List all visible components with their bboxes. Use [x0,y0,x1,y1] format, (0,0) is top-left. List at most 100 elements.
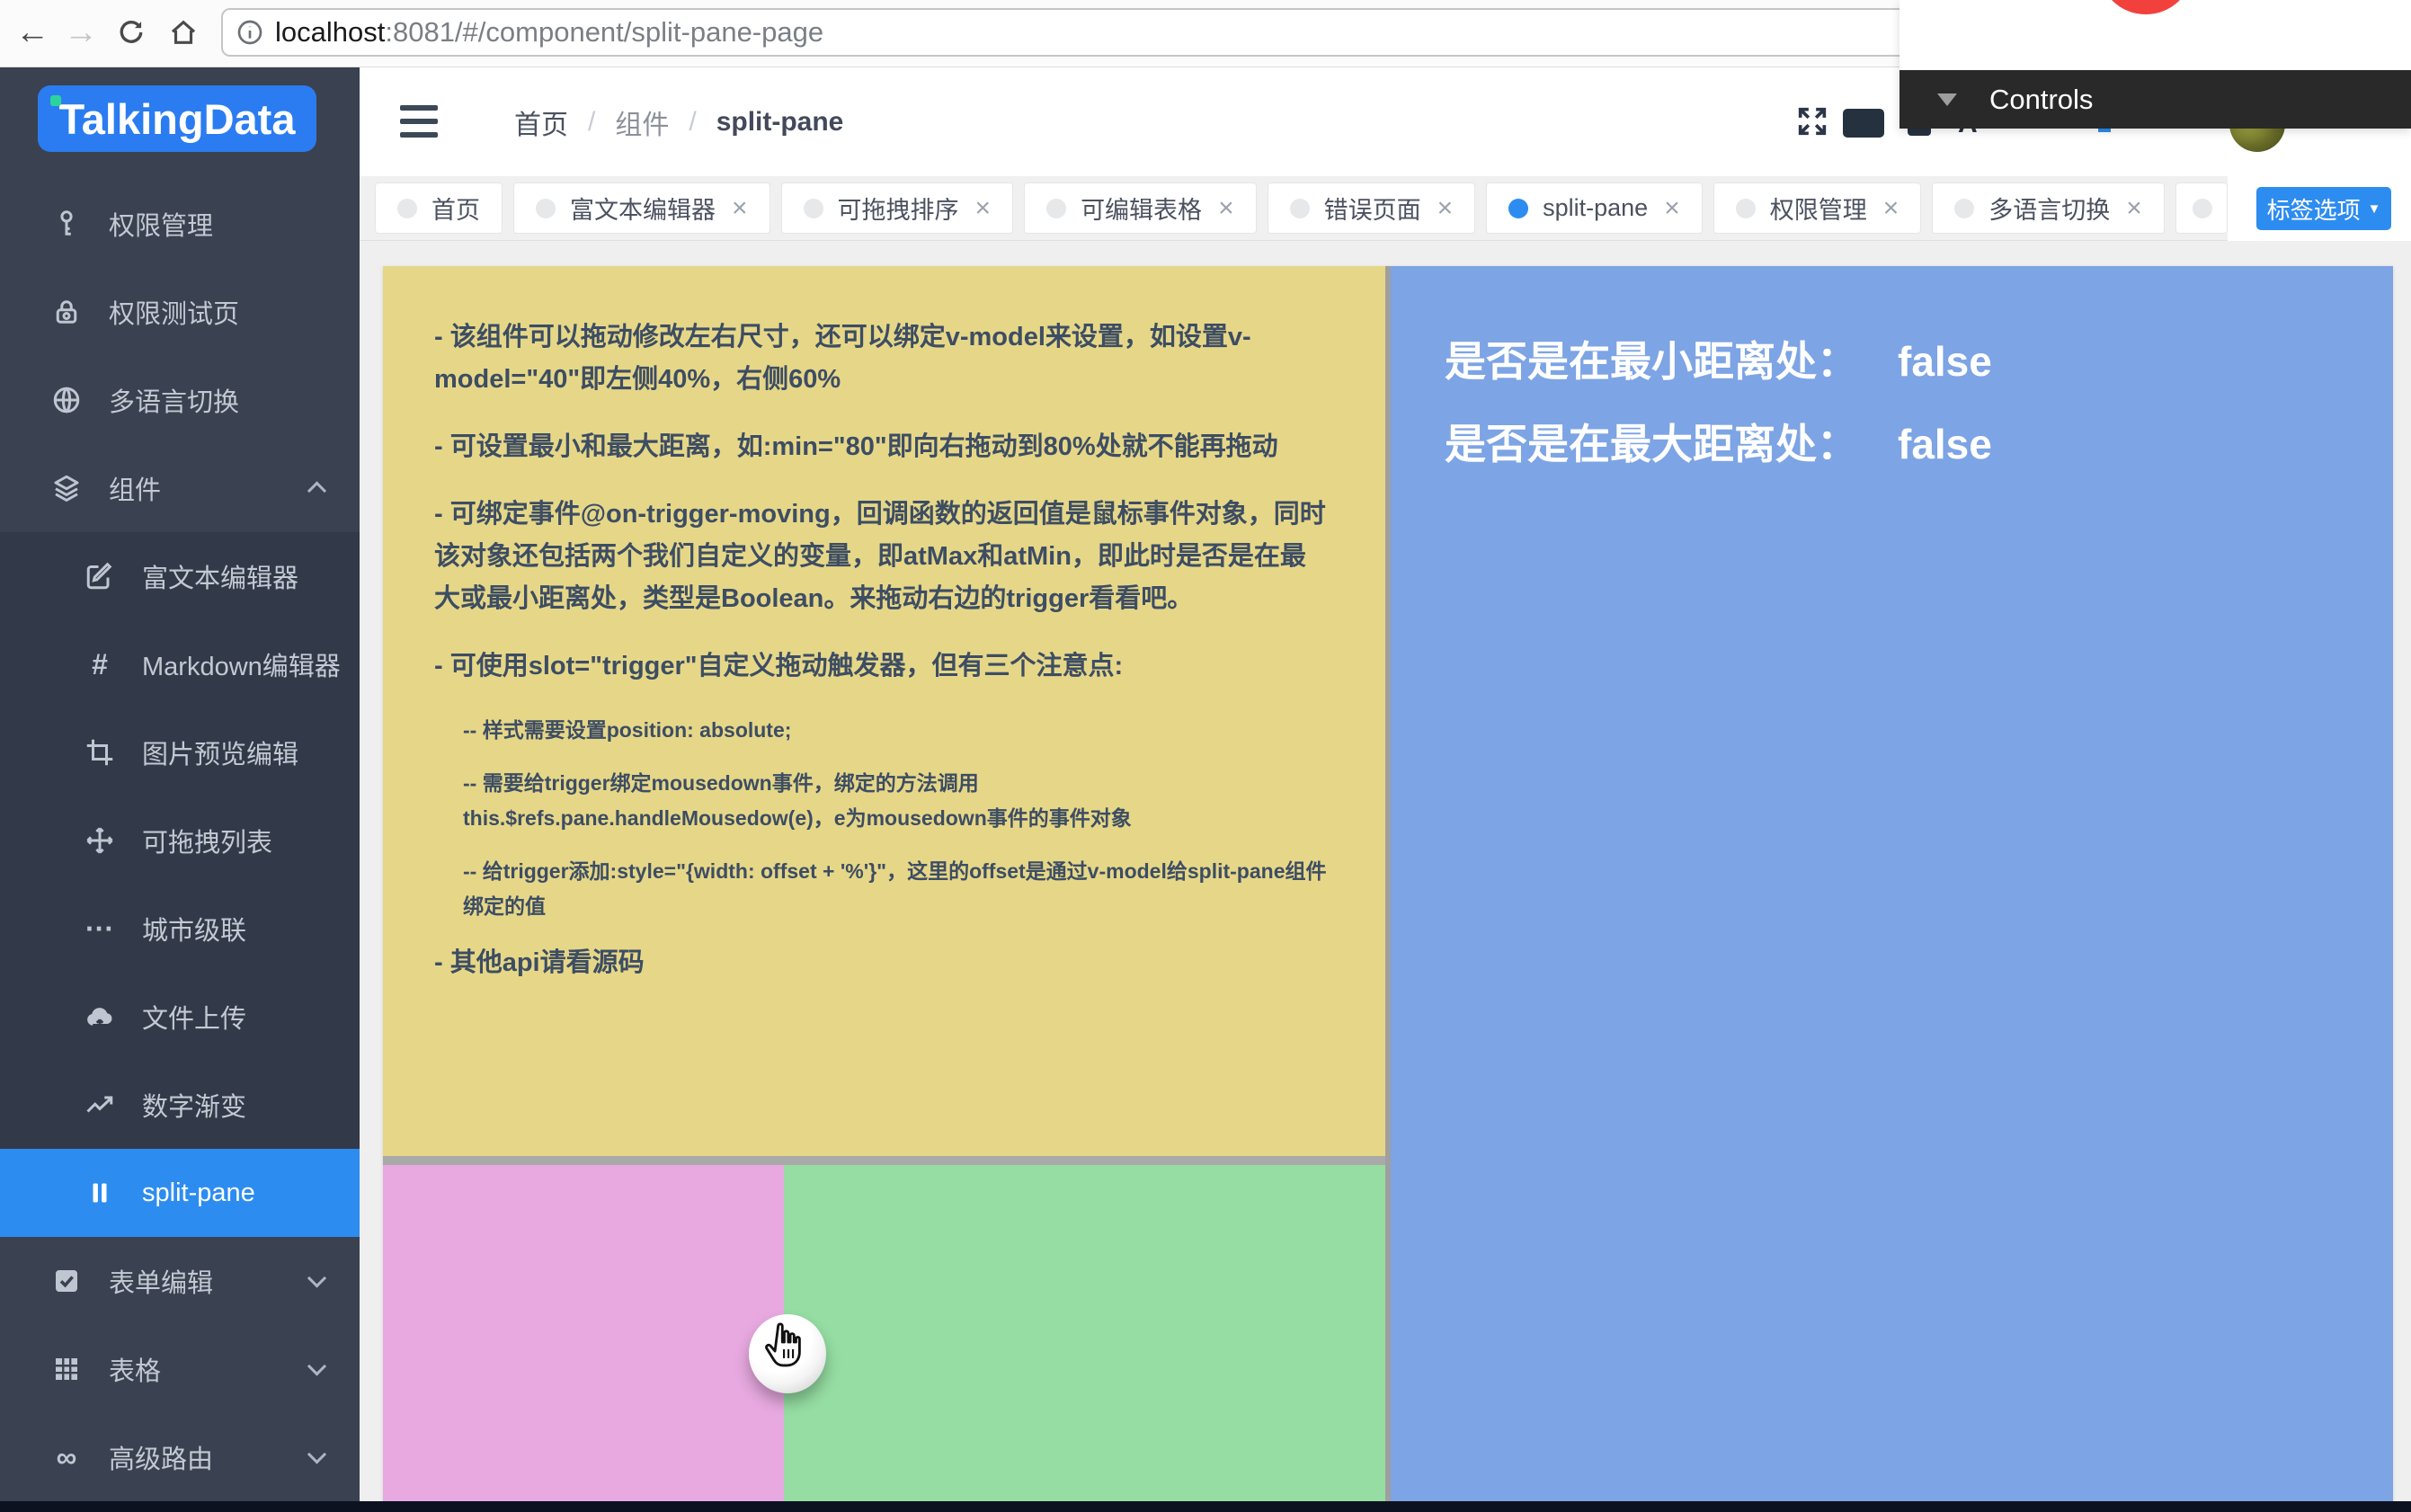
close-icon[interactable]: × [975,193,992,224]
close-icon[interactable]: × [1437,193,1454,224]
hand-cursor-icon [761,1320,805,1372]
desktop-edge [0,1501,2411,1512]
sidebar-item-image-preview-edit[interactable]: 图片预览编辑 [0,708,360,796]
tag-split-pane[interactable]: split-pane × [1486,182,1703,234]
sidebar-item-label: Markdown编辑器 [142,653,341,681]
sidebar-item-i18n[interactable]: 多语言切换 [0,356,360,444]
pause-icon [83,1176,117,1210]
sidebar-item-components[interactable]: 组件 [0,444,360,532]
sidebar-item-file-upload[interactable]: 文件上传 [0,973,360,1061]
forward-icon[interactable]: → [61,13,101,52]
note-line: - 其他api请看源码 [434,948,645,977]
mail-icon[interactable] [1843,109,1884,138]
tag-label: 错误页面 [1323,197,1421,224]
hash-icon: # [92,647,108,680]
tag-label: split-pane [1543,194,1649,221]
close-icon[interactable]: × [2126,193,2142,224]
controls-header[interactable]: Controls [1899,70,2411,129]
note-subline: -- 样式需要设置position: absolute; [463,718,792,742]
sidebar-item-label: 权限管理 [109,212,214,241]
tag-rich-text-editor[interactable]: 富文本编辑器 × [513,182,770,234]
tag-dot-icon [536,198,556,218]
red-circle [2098,0,2193,14]
sidebar-item-permission-admin[interactable]: 权限管理 [0,180,360,268]
fullscreen-icon[interactable] [1794,103,1830,139]
horizontal-split-trigger[interactable] [383,1156,1385,1165]
screen: ← → localhost:8081/#/component/split-pan… [0,0,2411,1512]
logo-dot [50,95,61,106]
infinity-icon: ∞ [56,1440,77,1473]
tag-label: 多语言切换 [1988,197,2111,224]
close-icon[interactable]: × [732,193,748,224]
logo-text: TalkingData [58,94,296,143]
home-icon[interactable] [164,13,203,52]
status-row-min: 是否是在最小距离处： false [1445,329,2357,388]
sidebar-item-label: 富文本编辑器 [142,565,299,593]
chevron-down-icon [307,1445,327,1464]
breadcrumb-home[interactable]: 首页 [514,102,568,142]
sidebar-item-markdown-editor[interactable]: # Markdown编辑器 [0,620,360,708]
sidebar-item-city-cascade[interactable]: ··· 城市级联 [0,885,360,973]
close-icon[interactable]: × [1664,193,1680,224]
close-icon[interactable]: × [1883,193,1899,224]
globe-icon [49,383,84,417]
tag-dot-icon [803,198,823,218]
note-subline: -- 给trigger添加:style="{width: offset + '%… [463,859,1327,918]
tag-home[interactable]: 首页 [375,182,503,234]
sidebar-item-label: 图片预览编辑 [142,741,299,769]
tag-partial[interactable] [2175,182,2228,234]
chevron-down-icon [307,1356,327,1376]
close-icon[interactable]: × [1218,193,1234,224]
breadcrumb-components[interactable]: 组件 [615,102,669,142]
sidebar-item-label: 多语言切换 [109,388,240,417]
split-pane-demo: - 该组件可以拖动修改左右尺寸，还可以绑定v-model来设置，如设置v-mod… [383,266,2393,1503]
sidebar-item-form-edit[interactable]: 表单编辑 [0,1237,360,1325]
tags-list: 首页 富文本编辑器 × 可拖拽排序 × 可编辑表格 × 错误页面 × split… [375,182,2228,234]
sidebar-item-label: 文件上传 [142,1005,247,1034]
sidebar-item-permission-test[interactable]: 权限测试页 [0,268,360,356]
tag-label: 权限管理 [1769,197,1867,224]
split-pane-left-top: - 该组件可以拖动修改左右尺寸，还可以绑定v-model来设置，如设置v-mod… [383,266,1385,1156]
back-icon[interactable]: ← [13,13,52,52]
info-icon[interactable] [236,18,264,47]
sidebar-menu: 权限管理 权限测试页 多语言切换 组件 富文本编辑器 # Markdown编辑器… [0,180,360,1501]
tag-options-button[interactable]: 标签选项 ▼ [2256,187,2391,230]
sidebar-item-label: split-pane [142,1178,255,1207]
tag-label: 富文本编辑器 [570,197,716,224]
tag-editable-table[interactable]: 可编辑表格 × [1024,182,1257,234]
sidebar-item-draggable-list[interactable]: 可拖拽列表 [0,796,360,885]
sidebar-item-advanced-router[interactable]: ∞ 高级路由 [0,1413,360,1501]
note-line: - 可设置最小和最大距离，如:min="80"即向右拖动到80%处就不能再拖动 [434,432,1278,461]
sidebar-item-label: 权限测试页 [109,300,240,329]
breadcrumb: 首页 / 组件 / split-pane [514,67,843,176]
tag-dot-icon [1508,198,1529,218]
tag-dot-icon [2192,198,2212,218]
tag-dot-icon [1046,198,1067,218]
refresh-icon[interactable] [111,13,151,52]
sidebar-item-label: 表格 [109,1357,162,1386]
sidebar-item-label: 数字渐变 [142,1093,247,1122]
tag-label: 可编辑表格 [1081,197,1203,224]
tags-nav: 首页 富文本编辑器 × 可拖拽排序 × 可编辑表格 × 错误页面 × split… [360,176,2411,241]
tag-dot-icon [1735,198,1756,218]
key-icon [49,207,84,241]
tag-dot-icon [1289,198,1310,218]
tag-error-page[interactable]: 错误页面 × [1267,182,1476,234]
tag-dot-icon [1954,198,1975,218]
tag-i18n[interactable]: 多语言切换 × [1932,182,2165,234]
sidebar-item-rich-text-editor[interactable]: 富文本编辑器 [0,532,360,620]
tag-options-label: 标签选项 [2266,196,2361,224]
tag-draggable-sort[interactable]: 可拖拽排序 × [780,182,1014,234]
status-row-max: 是否是在最大距离处： false [1445,412,2357,471]
menu-toggle-button[interactable] [400,105,438,138]
sidebar-item-number-gradient[interactable]: 数字渐变 [0,1061,360,1149]
sidebar-item-table[interactable]: 表格 [0,1325,360,1413]
app-logo[interactable]: TalkingData [38,85,316,152]
tag-permission-admin[interactable]: 权限管理 × [1713,182,1922,234]
note-line: - 可绑定事件@on-trigger-moving，回调函数的返回值是鼠标事件对… [434,500,1326,613]
caret-down-icon[interactable] [1937,93,1957,106]
tag-label: 首页 [431,197,480,224]
sidebar-item-split-pane[interactable]: split-pane [0,1149,360,1237]
sidebar-submenu-components: 富文本编辑器 # Markdown编辑器 图片预览编辑 可拖拽列表 ··· 城市… [0,532,360,1237]
controls-overlay: Controls [1899,0,2411,129]
